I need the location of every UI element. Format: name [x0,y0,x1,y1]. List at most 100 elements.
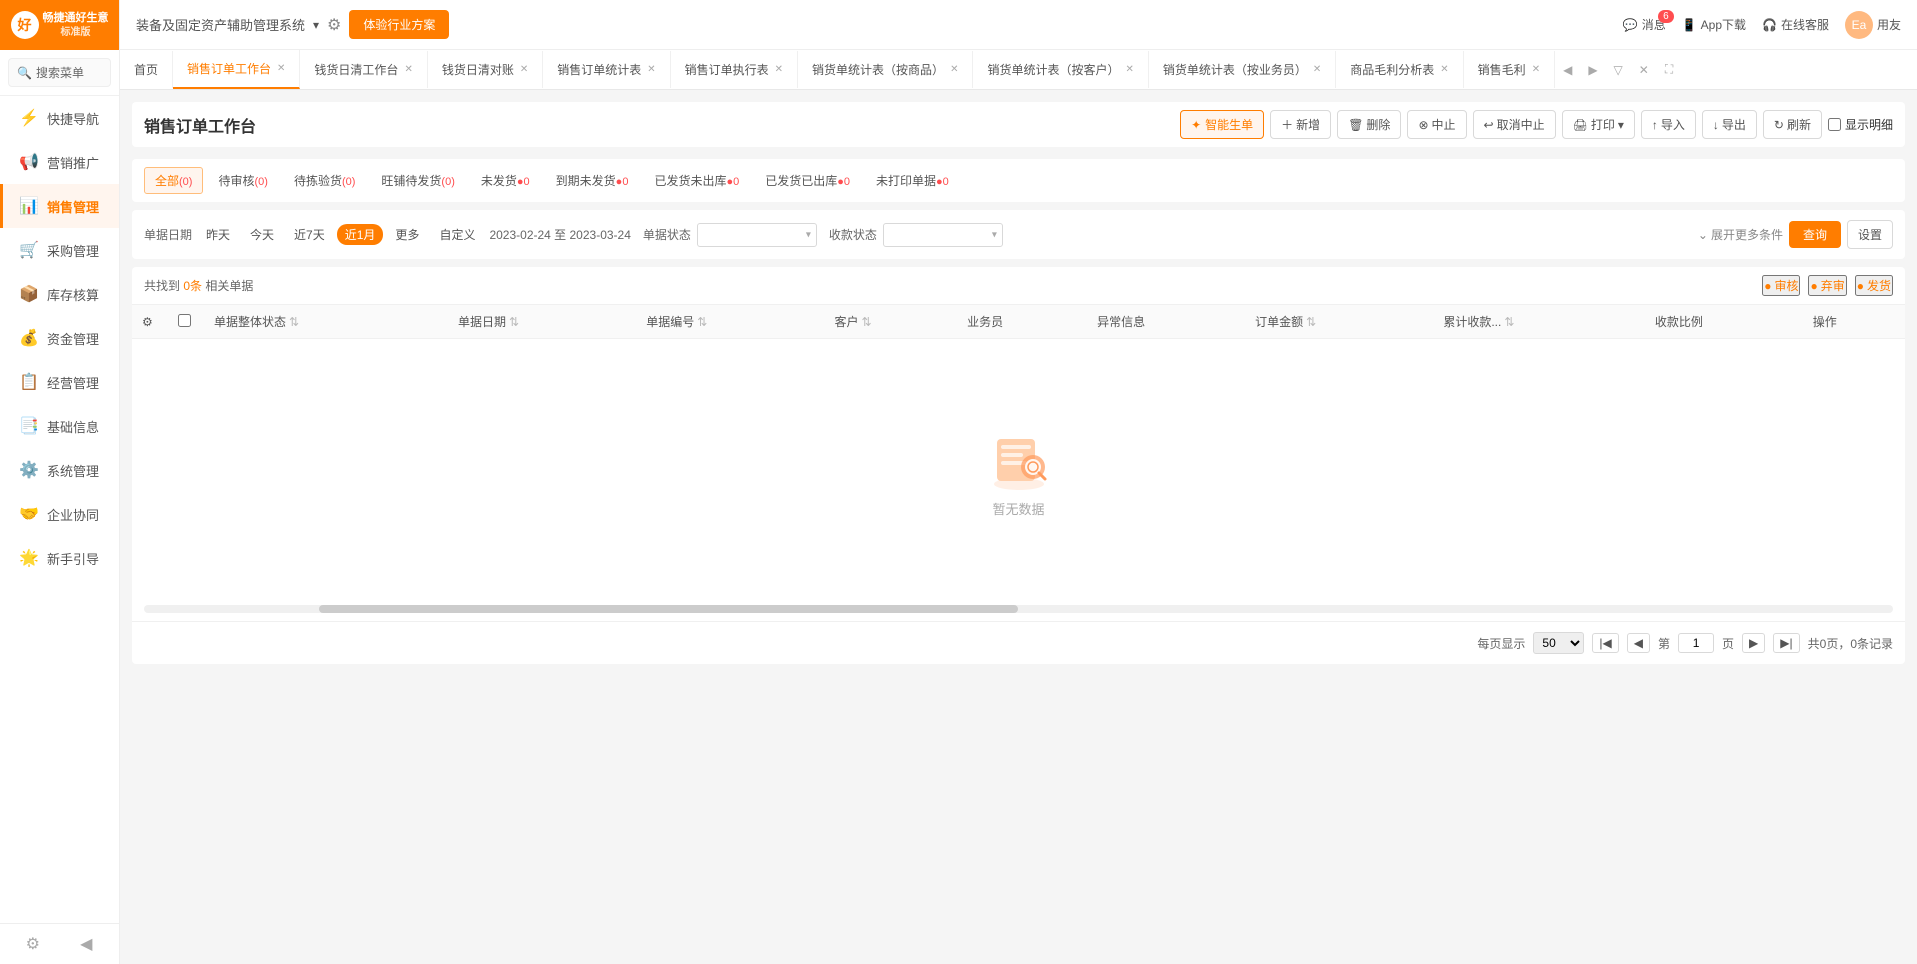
message-icon: 💬 [1623,18,1638,32]
tab-sales-by-product[interactable]: 销货单统计表（按商品） ✕ [798,51,973,88]
sidebar-item-newbie[interactable]: 🌟 新手引导 [0,536,119,580]
revoke-button[interactable]: ● 弃审 [1808,275,1846,296]
logo-text: 畅捷通好生意 标准版 [43,11,109,38]
sidebar-item-enterprise[interactable]: 🤝 企业协同 [0,492,119,536]
status-select[interactable] [697,223,817,247]
tab-close-reconcile[interactable]: ✕ [520,64,528,75]
tab-close-sales-exec[interactable]: ✕ [775,64,783,75]
tab-nav-prev[interactable]: ◀ [1555,55,1580,85]
horizontal-scrollbar[interactable] [144,605,1893,613]
tab-sales-exec[interactable]: 销售订单执行表 ✕ [671,51,798,88]
sidebar-item-system[interactable]: ⚙️ 系统管理 [0,448,119,492]
tab-sales-order-workbench[interactable]: 销售订单工作台 ✕ [173,50,300,89]
next-page-button[interactable]: ▶ [1742,633,1765,653]
tab-sales-by-customer[interactable]: 销货单统计表（按客户） ✕ [973,51,1148,88]
per-page-select[interactable]: 50 100 200 [1533,632,1584,654]
status-field: 单据状态 [643,223,817,247]
import-button[interactable]: ↑ 导入 [1641,110,1696,139]
search-menu-button[interactable]: 🔍 搜索菜单 [8,58,111,87]
search-setting-button[interactable]: 设置 [1847,220,1893,249]
marketing-icon: 📢 [19,152,39,172]
user-menu[interactable]: Ea 用友 [1845,11,1901,39]
collapse-sidebar-button[interactable]: ◀ [64,934,110,954]
sidebar-item-purchase[interactable]: 🛒 采购管理 [0,228,119,272]
expand-conditions-button[interactable]: ⌄ 展开更多条件 [1698,226,1783,243]
sidebar-item-inventory[interactable]: 📦 库存核算 [0,272,119,316]
sidebar-item-marketing[interactable]: 📢 营销推广 [0,140,119,184]
tab-nav-next[interactable]: ▶ [1580,55,1605,85]
date-7days[interactable]: 近7天 [286,224,333,245]
tab-sales-stats[interactable]: 销售订单统计表 ✕ [543,51,670,88]
settings-footer-button[interactable]: ⚙ [10,934,56,954]
filter-tab-all[interactable]: 全部(0) [144,167,203,194]
settings-icon[interactable]: ⚙ [327,15,341,35]
filter-tab-pending-review[interactable]: 待审核(0) [207,167,278,194]
filter-tab-overdue-not-shipped[interactable]: 到期未发货●0 [545,167,640,194]
tab-close-by-customer[interactable]: ✕ [1125,64,1133,75]
tab-close-all-btn[interactable]: ✕ [1631,55,1657,85]
ai-generate-button[interactable]: ✦ 智能生单 [1180,110,1264,139]
date-today[interactable]: 今天 [242,224,282,245]
tab-close-by-product[interactable]: ✕ [950,64,958,75]
sidebar-item-sales[interactable]: 📊 销售管理 [0,184,119,228]
tab-close-by-staff[interactable]: ✕ [1313,64,1321,75]
filter-tab-wangpu-ship[interactable]: 旺铺待发货(0) [370,167,465,194]
sidebar-search-area: 🔍 搜索菜单 [0,50,119,96]
page-input[interactable] [1678,633,1714,653]
app-download-button[interactable]: 📱 App下载 [1682,16,1746,33]
export-button[interactable]: ↓ 导出 [1702,110,1757,139]
tab-home[interactable]: 首页 [120,51,173,88]
system-dropdown-button[interactable]: ▾ [313,18,319,32]
sidebar-item-basic-info[interactable]: 📑 基础信息 [0,404,119,448]
filter-tab-shipped-out[interactable]: 已发货已出库●0 [754,167,861,194]
print-button[interactable]: 🖨 打印 ▾ [1562,110,1635,139]
tab-margin-analysis[interactable]: 商品毛利分析表 ✕ [1336,51,1463,88]
show-detail-checkbox[interactable]: 显示明细 [1828,116,1893,133]
cancel-stop-button[interactable]: ↩ 取消中止 [1473,110,1556,139]
tab-sales-by-staff[interactable]: 销货单统计表（按业务员） ✕ [1149,51,1336,88]
select-all-checkbox[interactable] [178,314,191,327]
show-detail-input[interactable] [1828,118,1841,131]
date-custom[interactable]: 自定义 [431,224,483,245]
add-button[interactable]: ＋ 新增 [1270,110,1331,139]
th-customer: 客户⇅ [825,305,958,339]
first-page-button[interactable]: |◀ [1592,633,1618,653]
prev-page-button[interactable]: ◀ [1627,633,1650,653]
th-ratio: 收款比例 [1645,305,1803,339]
scrollbar-thumb[interactable] [319,605,1019,613]
tab-close-sales-order[interactable]: ✕ [277,63,285,74]
delete-button[interactable]: 🗑 删除 [1337,110,1401,139]
message-badge: 6 [1658,10,1674,23]
tab-daily-clear[interactable]: 钱货日清工作台 ✕ [300,51,427,88]
tab-reconcile[interactable]: 钱货日清对账 ✕ [428,51,543,88]
tab-close-daily-clear[interactable]: ✕ [404,64,412,75]
industry-solution-button[interactable]: 体验行业方案 [349,10,449,39]
message-button[interactable]: 💬 消息 6 [1623,16,1666,33]
sidebar-item-operations[interactable]: 📋 经营管理 [0,360,119,404]
audit-button[interactable]: ● 审核 [1762,275,1800,296]
tab-close-sales-stats[interactable]: ✕ [647,64,655,75]
ship-button[interactable]: ● 发货 [1855,275,1893,296]
service-icon: 🎧 [1762,18,1777,32]
filter-tab-pending-inspect[interactable]: 待拣验货(0) [283,167,366,194]
tab-list-btn[interactable]: ▽ [1606,55,1631,85]
last-page-button[interactable]: ▶| [1773,633,1799,653]
date-yesterday[interactable]: 昨天 [198,224,238,245]
tab-sales-margin[interactable]: 销售毛利 ✕ [1464,51,1555,88]
online-service-button[interactable]: 🎧 在线客服 [1762,16,1829,33]
sidebar-item-finance[interactable]: 💰 资金管理 [0,316,119,360]
stop-button[interactable]: ⊗ 中止 [1407,110,1466,139]
date-1month[interactable]: 近1月 [337,224,384,245]
date-more[interactable]: 更多 [387,224,427,245]
quick-nav-icon: ⚡ [19,108,39,128]
filter-tab-shipped-not-out[interactable]: 已发货未出库●0 [643,167,750,194]
sidebar-item-quick-nav[interactable]: ⚡ 快捷导航 [0,96,119,140]
filter-tab-not-shipped[interactable]: 未发货●0 [470,167,541,194]
filter-tab-not-printed[interactable]: 未打印单据●0 [865,167,960,194]
tab-close-margin[interactable]: ✕ [1440,64,1448,75]
search-button[interactable]: 查询 [1789,221,1841,248]
payment-select[interactable] [883,223,1003,247]
refresh-button[interactable]: ↻ 刷新 [1763,110,1822,139]
tab-close-sales-margin[interactable]: ✕ [1532,64,1540,75]
tab-maximize-btn[interactable]: ⛶ [1657,54,1681,85]
